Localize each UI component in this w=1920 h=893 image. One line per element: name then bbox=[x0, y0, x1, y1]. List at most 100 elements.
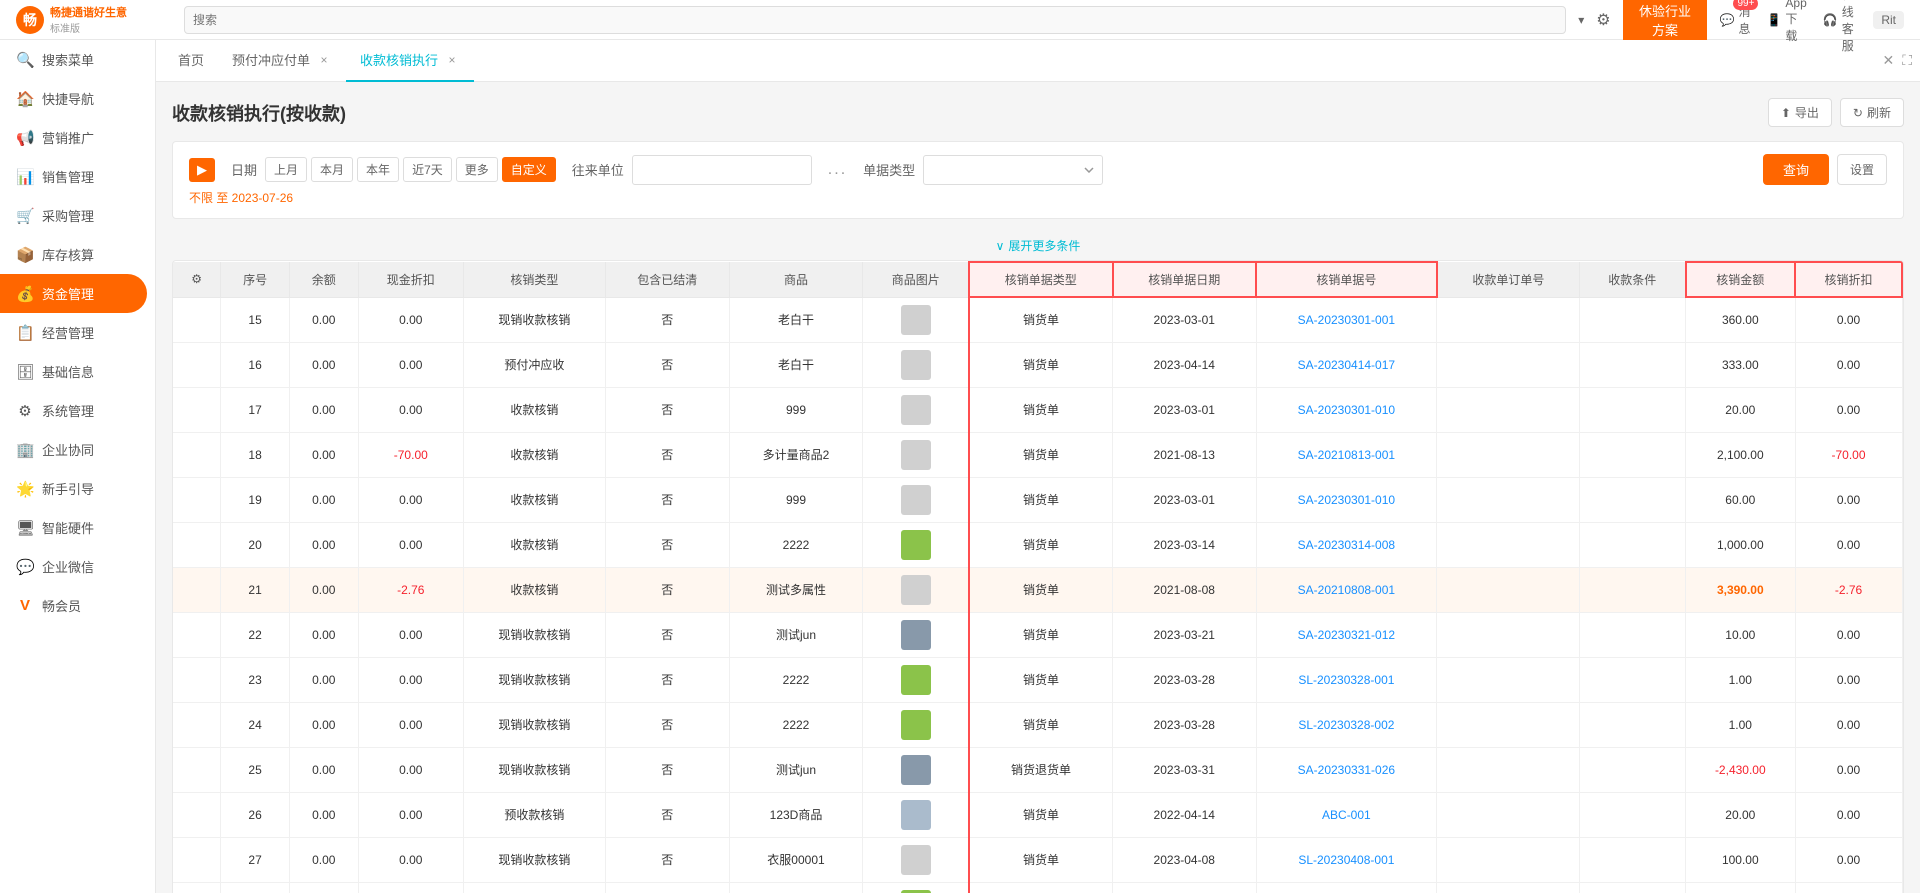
cell-balance: 0.00 bbox=[289, 477, 358, 522]
cell-verify-amount: 333.00 bbox=[1686, 342, 1795, 387]
cell-cash-discount: 0.00 bbox=[358, 297, 463, 342]
from-unit-input[interactable] bbox=[632, 155, 812, 185]
bill-no-link[interactable]: SA-20210808-001 bbox=[1298, 583, 1395, 597]
table-row: 16 0.00 0.00 预付冲应收 否 老白干 销货单 2023-04-14 … bbox=[173, 342, 1902, 387]
bill-no-link[interactable]: SL-20230328-001 bbox=[1298, 673, 1394, 687]
cell-verify-type: 现销收款核销 bbox=[463, 747, 605, 792]
cell-verify-bill-type: 销货单 bbox=[969, 657, 1113, 702]
username-display[interactable]: Rit bbox=[1873, 11, 1904, 29]
table-row: 20 0.00 0.00 收款核销 否 2222 销货单 2023-03-14 … bbox=[173, 522, 1902, 567]
bill-no-link[interactable]: SA-20230301-010 bbox=[1298, 493, 1395, 507]
cell-verify-bill-date: 2023-03-28 bbox=[1113, 657, 1257, 702]
last-month-btn[interactable]: 上月 bbox=[265, 157, 307, 182]
col-goods-header: 商品 bbox=[729, 262, 863, 297]
sidebar-item-wechat[interactable]: 💬 企业微信 bbox=[0, 547, 155, 586]
this-month-btn[interactable]: 本月 bbox=[311, 157, 353, 182]
cell-goods-image bbox=[863, 387, 969, 432]
cell-seq: 17 bbox=[221, 387, 290, 432]
more-btn[interactable]: 更多 bbox=[456, 157, 498, 182]
sidebar-item-enterprise[interactable]: 🏢 企业协同 bbox=[0, 430, 155, 469]
cell-seq: 18 bbox=[221, 432, 290, 477]
dropdown-button[interactable]: ▾ bbox=[1578, 13, 1584, 27]
cell-balance: 0.00 bbox=[289, 792, 358, 837]
bill-type-select[interactable] bbox=[923, 155, 1103, 185]
cell-include-settled: 否 bbox=[605, 747, 729, 792]
cell-verify-type: 收款核销 bbox=[463, 567, 605, 612]
cell-receipt-condition bbox=[1579, 882, 1685, 893]
cell-balance: 0.00 bbox=[289, 567, 358, 612]
cell-goods: 2222 bbox=[729, 657, 863, 702]
tab-prepay-close[interactable]: × bbox=[316, 52, 332, 68]
bill-no-link[interactable]: ABC-001 bbox=[1322, 808, 1371, 822]
bill-no-link[interactable]: SA-20210813-001 bbox=[1298, 448, 1395, 462]
cell-cash-discount: 0.00 bbox=[358, 387, 463, 432]
table-container: ⚙ 序号 余额 现金折扣 核销类型 包含已结清 商品 商品图片 核销单据类型 核… bbox=[172, 260, 1904, 893]
bill-no-link[interactable]: SA-20230314-008 bbox=[1298, 538, 1395, 552]
bill-no-link[interactable]: SA-20230301-010 bbox=[1298, 403, 1395, 417]
sidebar-item-quick-nav[interactable]: 🏠 快捷导航 bbox=[0, 79, 155, 118]
table-row: 15 0.00 0.00 现销收款核销 否 老白干 销货单 2023-03-01… bbox=[173, 297, 1902, 342]
tab-home[interactable]: 首页 bbox=[164, 40, 218, 82]
sidebar-item-system[interactable]: ⚙ 系统管理 bbox=[0, 391, 155, 430]
tab-receipt-verify[interactable]: 收款核销执行 × bbox=[346, 40, 474, 82]
cell-verify-bill-no: SL-20230408-001 bbox=[1256, 837, 1437, 882]
cell-verify-amount: 10.00 bbox=[1686, 612, 1795, 657]
bill-no-link[interactable]: SA-20230321-012 bbox=[1298, 628, 1395, 642]
bill-no-link[interactable]: SA-20230301-001 bbox=[1298, 313, 1395, 327]
col-cash-discount-header: 现金折扣 bbox=[358, 262, 463, 297]
notice-item[interactable]: 💬 消息 99+ bbox=[1719, 3, 1750, 37]
sidebar-item-inventory[interactable]: 📦 库存核算 bbox=[0, 235, 155, 274]
cell-goods: 999 bbox=[729, 477, 863, 522]
cell-receipt-order-no bbox=[1437, 882, 1580, 893]
last7days-btn[interactable]: 近7天 bbox=[403, 157, 452, 182]
gear-button[interactable]: ⚙ bbox=[1596, 10, 1610, 30]
sidebar-item-guide[interactable]: 🌟 新手引导 bbox=[0, 469, 155, 508]
sidebar-item-member[interactable]: V 畅会员 bbox=[0, 586, 155, 625]
sidebar-item-purchase[interactable]: 🛒 采购管理 bbox=[0, 196, 155, 235]
cell-config bbox=[173, 432, 221, 477]
filter-expand-arrow[interactable]: ▶ bbox=[189, 158, 215, 182]
tabs-close-button[interactable]: ✕ bbox=[1882, 52, 1894, 69]
sidebar-item-marketing[interactable]: 📢 营销推广 bbox=[0, 118, 155, 157]
cell-seq: 20 bbox=[221, 522, 290, 567]
cell-verify-bill-type: 销货单 bbox=[969, 792, 1113, 837]
bill-no-link[interactable]: SA-20230331-026 bbox=[1298, 763, 1395, 777]
service-item[interactable]: 🎧 在线客服 bbox=[1823, 0, 1858, 54]
cell-verify-bill-no: SA-20230331-026 bbox=[1256, 747, 1437, 792]
expand-more-btn[interactable]: ∨ 展开更多条件 bbox=[172, 231, 1904, 260]
inventory-icon: 📦 bbox=[16, 246, 34, 264]
tab-receipt-verify-close[interactable]: × bbox=[444, 52, 460, 68]
cell-receipt-condition bbox=[1579, 657, 1685, 702]
sidebar-item-operations[interactable]: 📋 经营管理 bbox=[0, 313, 155, 352]
sidebar-item-search-menu[interactable]: 🔍 搜索菜单 bbox=[0, 40, 155, 79]
sidebar-item-hardware[interactable]: 🖥 智能硬件 bbox=[0, 508, 155, 547]
sidebar-item-basic[interactable]: 🗄 基础信息 bbox=[0, 352, 155, 391]
export-icon: ⬆ bbox=[1781, 106, 1791, 120]
cell-receipt-condition bbox=[1579, 567, 1685, 612]
bill-no-link[interactable]: SL-20230408-001 bbox=[1298, 853, 1394, 867]
refresh-button[interactable]: ↻ 刷新 bbox=[1840, 98, 1904, 127]
sidebar-item-finance[interactable]: 💰 资金管理 bbox=[0, 274, 147, 313]
col-config-header[interactable]: ⚙ bbox=[173, 262, 221, 297]
tab-prepay[interactable]: 预付冲应付单 × bbox=[218, 40, 346, 82]
cell-goods-image bbox=[863, 522, 969, 567]
app-download-item[interactable]: 📱 App下载 bbox=[1766, 0, 1806, 44]
solution-button[interactable]: 休验行业方案 bbox=[1623, 0, 1708, 45]
cell-verify-discount: 0.00 bbox=[1795, 792, 1902, 837]
cell-balance: 0.00 bbox=[289, 747, 358, 792]
settings-button[interactable]: 设置 bbox=[1837, 154, 1887, 185]
bill-no-link[interactable]: SA-20230414-017 bbox=[1298, 358, 1395, 372]
tabs-fullscreen-button[interactable]: ⛶ bbox=[1902, 52, 1912, 69]
bill-no-link[interactable]: SL-20230328-002 bbox=[1298, 718, 1394, 732]
col-balance-header: 余额 bbox=[289, 262, 358, 297]
logo-text: 畅捷通谐好生意 标准版 bbox=[50, 4, 127, 35]
table-row: 19 0.00 0.00 收款核销 否 999 销货单 2023-03-01 S… bbox=[173, 477, 1902, 522]
this-year-btn[interactable]: 本年 bbox=[357, 157, 399, 182]
data-table: ⚙ 序号 余额 现金折扣 核销类型 包含已结清 商品 商品图片 核销单据类型 核… bbox=[173, 261, 1903, 893]
top-search-input[interactable] bbox=[184, 6, 1566, 34]
query-button[interactable]: 查询 bbox=[1763, 154, 1829, 185]
export-button[interactable]: ⬆ 导出 bbox=[1768, 98, 1832, 127]
custom-btn[interactable]: 自定义 bbox=[502, 157, 556, 182]
sidebar-item-sales[interactable]: 📊 销售管理 bbox=[0, 157, 155, 196]
cell-receipt-condition bbox=[1579, 432, 1685, 477]
